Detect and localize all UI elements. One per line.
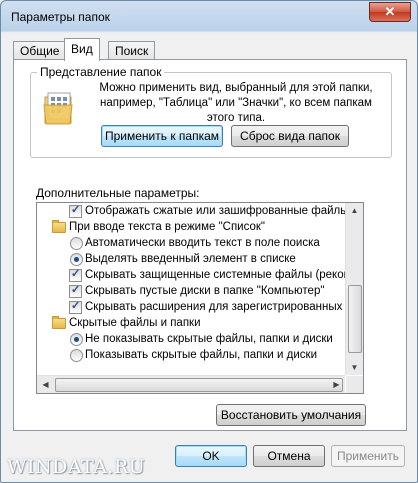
scroll-down-icon[interactable]: ▼ [347, 360, 362, 375]
cancel-button[interactable]: Отмена [253, 445, 325, 467]
checkbox[interactable]: ✓ [69, 268, 82, 282]
folder-view-group: Представление папок Можно применить вид,… [30, 65, 392, 158]
radio-button[interactable] [70, 349, 83, 362]
list-item-label: При вводе текста в режиме "Список" [69, 221, 265, 233]
folder-view-description: Можно применить вид, выбранный для этой … [99, 82, 373, 124]
radio-selected-dot [74, 257, 79, 262]
radio-button[interactable] [70, 253, 83, 266]
scroll-right-icon[interactable]: ▶ [329, 377, 344, 392]
check-icon: ✓ [71, 300, 81, 312]
ok-button[interactable]: OK [175, 445, 247, 467]
list-item-label: Не показывать скрытые файлы, папки и дис… [85, 333, 333, 345]
apply-button[interactable]: Применить [331, 445, 405, 467]
list-item-label: Скрывать расширения для зарегистрированн… [85, 301, 345, 313]
list-item-label: Скрытые файлы и папки [69, 317, 201, 329]
tab-general[interactable]: Общие [13, 41, 67, 60]
list-item-label: Отображать сжатые или зашифрованные файл… [85, 205, 345, 217]
check-icon: ✓ [71, 204, 81, 216]
advanced-settings-tree[interactable]: ✓ Отображать сжатые или зашифрованные фа… [36, 202, 364, 394]
scroll-left-icon[interactable]: ◀ [38, 377, 53, 392]
vertical-scroll-thumb[interactable] [348, 285, 362, 353]
check-icon: ✓ [71, 284, 81, 296]
apply-to-folders-button[interactable]: Применить к папкам [101, 125, 223, 147]
view-tab-panel: Представление папок Можно применить вид,… [13, 59, 407, 431]
folder-options-window: Параметры папок ✕ Общие Вид Поиск Предст… [0, 0, 418, 483]
list-item-label: Показывать скрытые файлы, папки и диски [85, 349, 317, 361]
folder-icon [52, 220, 66, 233]
folder-view-title: Представление папок [37, 65, 165, 79]
radio-button[interactable] [70, 333, 83, 346]
window-title: Параметры папок [11, 10, 110, 24]
watermark-logo: WINDATA.RU [7, 456, 146, 478]
list-item-label: Скрывать пустые диски в папке "Компьютер… [85, 285, 325, 297]
checkbox[interactable]: ✓ [69, 204, 82, 218]
folder-icon [52, 316, 66, 329]
list-item-label: Скрывать защищенные системные файлы (рек… [85, 269, 345, 281]
close-button[interactable]: ✕ [369, 2, 411, 22]
horizontal-scroll-thumb[interactable] [55, 378, 343, 392]
radio-selected-dot [74, 337, 79, 342]
check-icon: ✓ [71, 268, 81, 280]
checkbox[interactable]: ✓ [69, 284, 82, 298]
folder-view-icon [43, 92, 73, 125]
reset-folders-button[interactable]: Сброс вида папок [231, 125, 349, 147]
vertical-scrollbar[interactable]: ▲ ▼ [345, 203, 363, 375]
advanced-settings-label: Дополнительные параметры: [36, 186, 200, 200]
advanced-settings-list: ✓ Отображать сжатые или зашифрованные фа… [37, 203, 345, 375]
tab-search[interactable]: Поиск [108, 41, 156, 60]
checkbox[interactable]: ✓ [69, 300, 82, 314]
restore-defaults-button[interactable]: Восстановить умолчания [216, 404, 366, 426]
radio-button[interactable] [70, 237, 83, 250]
horizontal-scrollbar[interactable]: ◀ ▶ [37, 375, 345, 393]
scroll-corner [346, 376, 363, 393]
scroll-up-icon[interactable]: ▲ [347, 203, 362, 218]
list-item-label: Выделять введенный элемент в списке [85, 253, 296, 265]
list-item-label: Автоматически вводить текст в поле поиск… [85, 237, 320, 249]
title-bar[interactable]: Параметры папок ✕ [1, 1, 417, 31]
tab-view[interactable]: Вид [64, 38, 100, 61]
dialog-client: Общие Вид Поиск Представление папок Можн… [7, 33, 411, 476]
